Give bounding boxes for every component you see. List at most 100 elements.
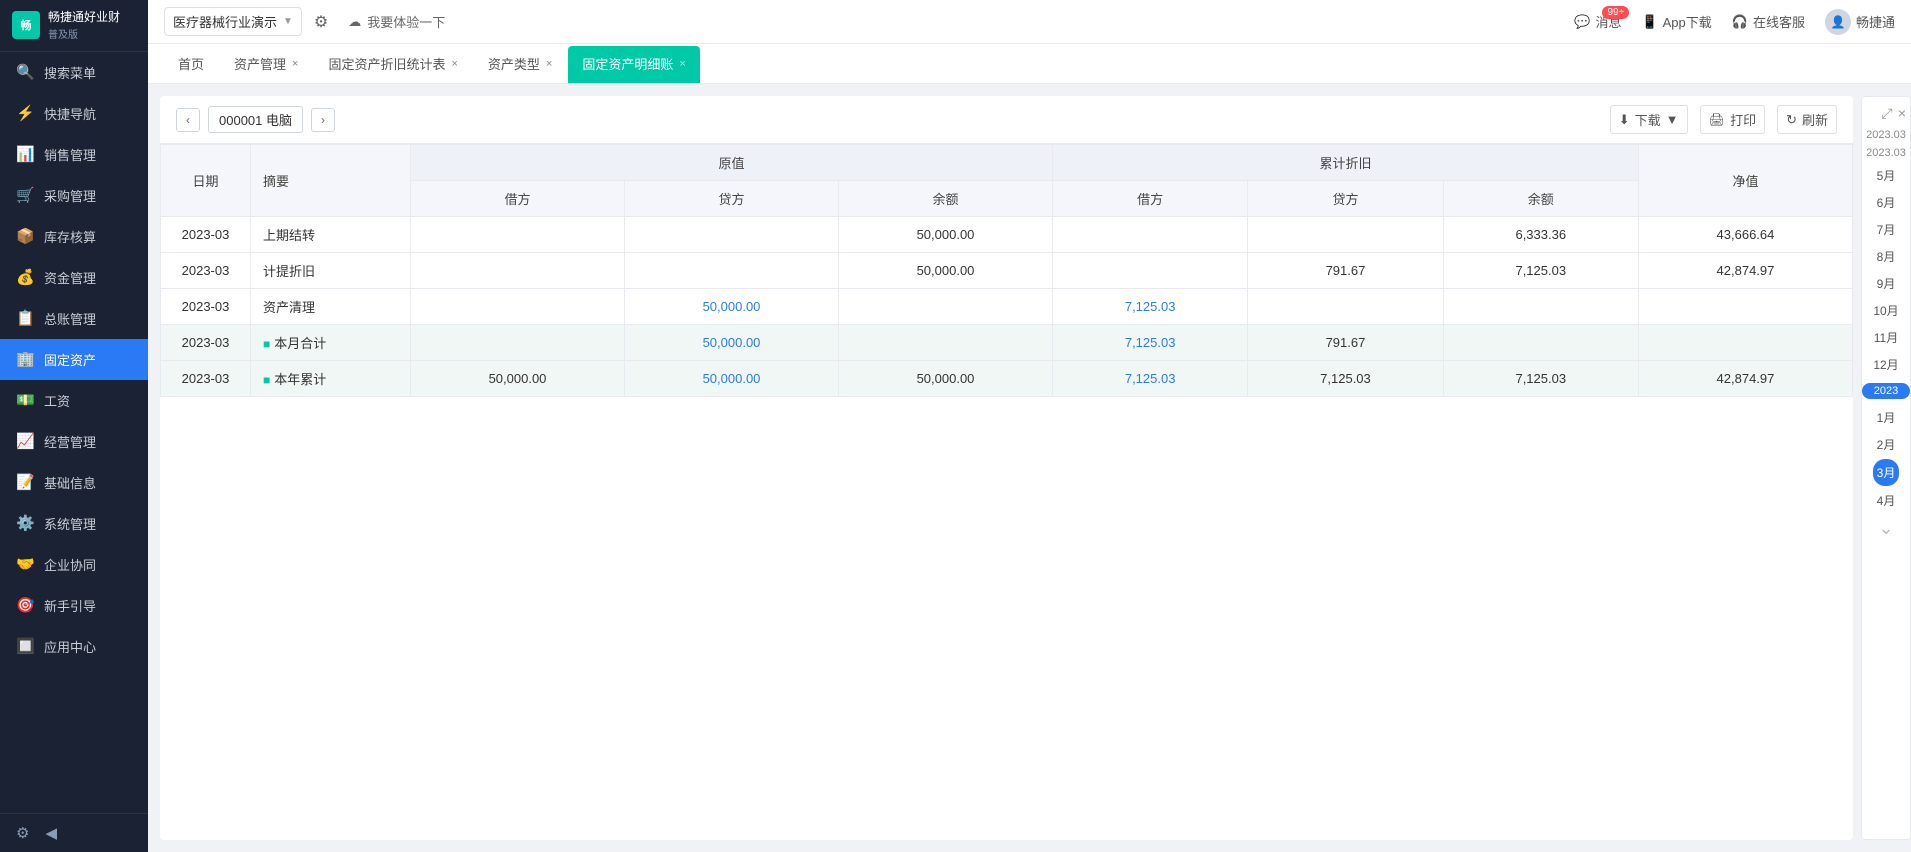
sidebar-item-fixed-assets[interactable]: 🏢固定资产 xyxy=(0,339,148,380)
month-item[interactable]: 1月 xyxy=(1869,404,1904,431)
tab-bar: 首页 资产管理 × 固定资产折旧统计表 × 资产类型 × 固定资产明细账 × xyxy=(148,44,1911,84)
toolbar-right: ⬇ 下载 ▼ 🖨 打印 ↻ 刷新 xyxy=(1610,105,1837,134)
month-item[interactable]: 9月 xyxy=(1869,270,1902,297)
sidebar-item-inventory[interactable]: 📦库存核算 xyxy=(0,216,148,257)
basic-info-icon: 📝 xyxy=(16,473,34,491)
right-date-panel: × ⤢ 2023.03 2023.03 5月6月7月8月9月10月11月12月 … xyxy=(1861,96,1911,840)
download-button[interactable]: ⬇ 下载 ▼ xyxy=(1610,105,1688,134)
cell-summary: 计提折旧 xyxy=(251,253,411,289)
sidebar-item-quicknav[interactable]: ⚡快捷导航 xyxy=(0,93,148,134)
date-header-top1: 2023.03 xyxy=(1862,126,1910,144)
cell-orig-credit: 50,000.00 xyxy=(625,361,839,397)
scroll-down-icon[interactable]: ⌄ xyxy=(1874,514,1897,543)
sidebar-item-label: 工资 xyxy=(44,391,70,410)
cell-summary: 资产清理 xyxy=(251,289,411,325)
th-accumulated: 累计折旧 xyxy=(1053,145,1639,181)
tab-asset-type-close[interactable]: × xyxy=(546,58,552,70)
right-panel-expand-icon[interactable]: ⤢ xyxy=(1881,105,1892,122)
search-icon: 🔍 xyxy=(16,63,34,81)
cell-net-value: 43,666.64 xyxy=(1638,217,1852,253)
quicknav-icon: ⚡ xyxy=(16,104,34,122)
sidebar-item-collab[interactable]: 🤝企业协同 xyxy=(0,544,148,585)
right-panel-close-icon[interactable]: × xyxy=(1898,105,1906,121)
month-item[interactable]: 7月 xyxy=(1869,216,1902,243)
main-area: 医疗器械行业演示 ▼ ⚙ ☁ 我要体验一下 💬 消息 99+ 📱 App下载 🎧… xyxy=(148,0,1911,852)
cell-accum-balance: 7,125.03 xyxy=(1443,361,1638,397)
logo-title: 畅捷通好业财 xyxy=(48,10,120,26)
cell-orig-debit xyxy=(411,253,625,289)
avatar: 👤 xyxy=(1825,9,1851,35)
tab-fixed-detail-close[interactable]: × xyxy=(679,58,685,70)
app-download-button[interactable]: 📱 App下载 xyxy=(1641,12,1711,31)
tab-fixed-detail-label: 固定资产明细账 xyxy=(582,54,673,73)
print-icon: 🖨 xyxy=(1709,112,1726,128)
cell-summary: ■本年累计 xyxy=(251,361,411,397)
apps-icon: 🔲 xyxy=(16,637,34,655)
month-item[interactable]: 12月 xyxy=(1869,351,1902,378)
experience-label: 我要体验一下 xyxy=(367,12,445,31)
ledger-icon: 📋 xyxy=(16,309,34,327)
company-selector[interactable]: 医疗器械行业演示 ▼ xyxy=(164,7,302,36)
cell-date: 2023-03 xyxy=(161,325,251,361)
sidebar-item-search[interactable]: 🔍搜索菜单 xyxy=(0,52,148,93)
settings-icon[interactable]: ⚙ xyxy=(16,824,29,842)
tab-asset-manage-label: 资产管理 xyxy=(234,54,286,73)
cell-accum-credit xyxy=(1248,289,1443,325)
cell-orig-balance: 50,000.00 xyxy=(839,361,1053,397)
tab-fixed-depreciation[interactable]: 固定资产折旧统计表 × xyxy=(314,46,471,83)
prev-asset-button[interactable]: ‹ xyxy=(176,108,200,132)
tab-asset-manage[interactable]: 资产管理 × xyxy=(220,46,312,83)
sidebar-item-purchase[interactable]: 🛒采购管理 xyxy=(0,175,148,216)
customer-service-button[interactable]: 🎧 在线客服 xyxy=(1732,12,1805,31)
year-badge: 2023 xyxy=(1862,383,1910,399)
sidebar-item-guide[interactable]: 🎯新手引导 xyxy=(0,585,148,626)
sidebar-item-system[interactable]: ⚙️系统管理 xyxy=(0,503,148,544)
refresh-button[interactable]: ↻ 刷新 xyxy=(1777,105,1837,134)
settings-icon[interactable]: ⚙ xyxy=(314,12,328,32)
leaf-icon: ■ xyxy=(263,337,270,351)
user-button[interactable]: 👤 畅捷通 xyxy=(1825,9,1895,35)
month-item[interactable]: 5月 xyxy=(1869,162,1902,189)
tab-asset-manage-close[interactable]: × xyxy=(292,58,298,70)
cell-date: 2023-03 xyxy=(161,361,251,397)
sidebar-item-basic-info[interactable]: 📝基础信息 xyxy=(0,462,148,503)
sidebar-item-ledger[interactable]: 📋 总账管理 xyxy=(0,298,148,339)
cell-accum-credit xyxy=(1248,217,1443,253)
month-item[interactable]: 8月 xyxy=(1869,243,1902,270)
sidebar-item-label: 系统管理 xyxy=(44,514,96,533)
experience-button[interactable]: ☁ 我要体验一下 xyxy=(340,8,453,35)
month-item[interactable]: 3月 xyxy=(1873,459,1900,486)
refresh-icon: ↻ xyxy=(1786,112,1797,128)
customer-label: 在线客服 xyxy=(1753,12,1805,31)
sidebar-item-salary[interactable]: 💵工资 xyxy=(0,380,148,421)
sidebar-item-capital[interactable]: 💰资金管理 xyxy=(0,257,148,298)
cell-orig-debit: 50,000.00 xyxy=(411,361,625,397)
month-item[interactable]: 2月 xyxy=(1869,431,1904,458)
messages-icon: 💬 xyxy=(1574,14,1590,30)
messages-button[interactable]: 💬 消息 99+ xyxy=(1574,12,1621,31)
tab-home[interactable]: 首页 xyxy=(164,46,218,83)
sidebar-item-operations[interactable]: 📈经营管理 xyxy=(0,421,148,462)
tab-fixed-detail[interactable]: 固定资产明细账 × xyxy=(568,46,699,83)
cell-orig-credit: 50,000.00 xyxy=(625,289,839,325)
sidebar-item-sales[interactable]: 📊销售管理 xyxy=(0,134,148,175)
chevron-down-icon: ▼ xyxy=(283,16,293,27)
month-item[interactable]: 4月 xyxy=(1869,487,1904,514)
month-item[interactable]: 10月 xyxy=(1869,297,1902,324)
collapse-icon[interactable]: ◀ xyxy=(45,824,57,842)
month-item[interactable]: 6月 xyxy=(1869,189,1902,216)
print-button[interactable]: 🖨 打印 xyxy=(1700,105,1766,134)
month-item[interactable]: 11月 xyxy=(1869,324,1902,351)
sidebar-item-label: 总账管理 xyxy=(44,309,96,328)
table-wrap: 日期 摘要 原值 累计折旧 净值 借方 贷方 余额 借方 贷方 余额 xyxy=(160,144,1853,840)
topbar-right: 💬 消息 99+ 📱 App下载 🎧 在线客服 👤 畅捷通 xyxy=(1574,9,1895,35)
next-asset-button[interactable]: › xyxy=(311,108,335,132)
tab-fixed-depreciation-close[interactable]: × xyxy=(451,58,457,70)
sidebar-item-apps[interactable]: 🔲应用中心 xyxy=(0,626,148,667)
collab-icon: 🤝 xyxy=(16,555,34,573)
guide-icon: 🎯 xyxy=(16,596,34,614)
cell-orig-balance: 50,000.00 xyxy=(839,253,1053,289)
cell-net-value: 42,874.97 xyxy=(1638,253,1852,289)
cell-net-value xyxy=(1638,325,1852,361)
tab-asset-type[interactable]: 资产类型 × xyxy=(474,46,566,83)
